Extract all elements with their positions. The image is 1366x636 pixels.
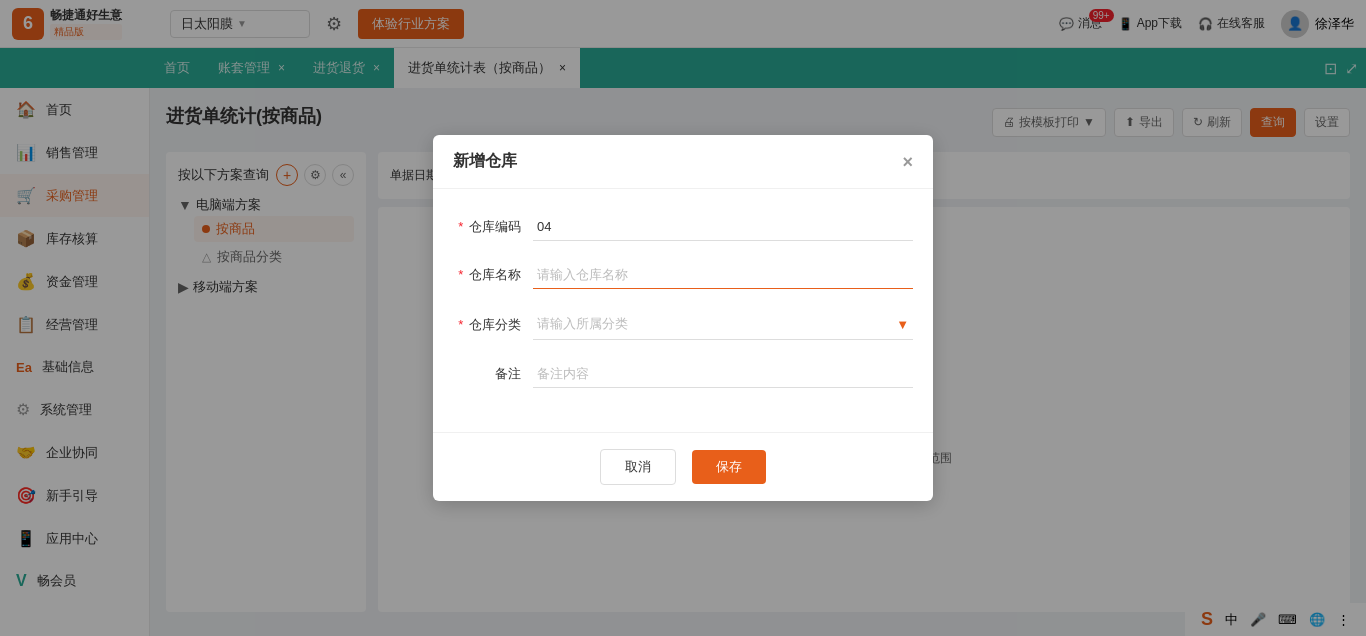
name-label: * 仓库名称: [453, 266, 533, 284]
new-warehouse-dialog: 新增仓库 × * 仓库编码 * 仓库名称: [433, 135, 933, 501]
dialog-header: 新增仓库 ×: [433, 135, 933, 189]
note-input[interactable]: [533, 360, 913, 388]
category-placeholder: 请输入所属分类: [537, 315, 628, 333]
cancel-button[interactable]: 取消: [600, 449, 676, 485]
name-form-row: * 仓库名称: [453, 261, 913, 289]
modal-overlay[interactable]: 新增仓库 × * 仓库编码 * 仓库名称: [0, 0, 1366, 636]
save-button[interactable]: 保存: [692, 450, 766, 484]
note-form-row: 备注: [453, 360, 913, 388]
note-label: 备注: [453, 365, 533, 383]
code-label: * 仓库编码: [453, 218, 533, 236]
name-input[interactable]: [533, 261, 913, 289]
category-form-row: * 仓库分类 请输入所属分类 ▼: [453, 309, 913, 340]
code-form-row: * 仓库编码: [453, 213, 913, 241]
category-label: * 仓库分类: [453, 316, 533, 334]
dialog-close-button[interactable]: ×: [902, 153, 913, 171]
dialog-footer: 取消 保存: [433, 432, 933, 501]
chevron-category-icon: ▼: [896, 317, 909, 332]
category-select[interactable]: 请输入所属分类 ▼: [533, 309, 913, 340]
dialog-body: * 仓库编码 * 仓库名称 * 仓库分类 请输入所属: [433, 189, 933, 432]
dialog-title: 新增仓库: [453, 151, 517, 172]
code-input[interactable]: [533, 213, 913, 241]
